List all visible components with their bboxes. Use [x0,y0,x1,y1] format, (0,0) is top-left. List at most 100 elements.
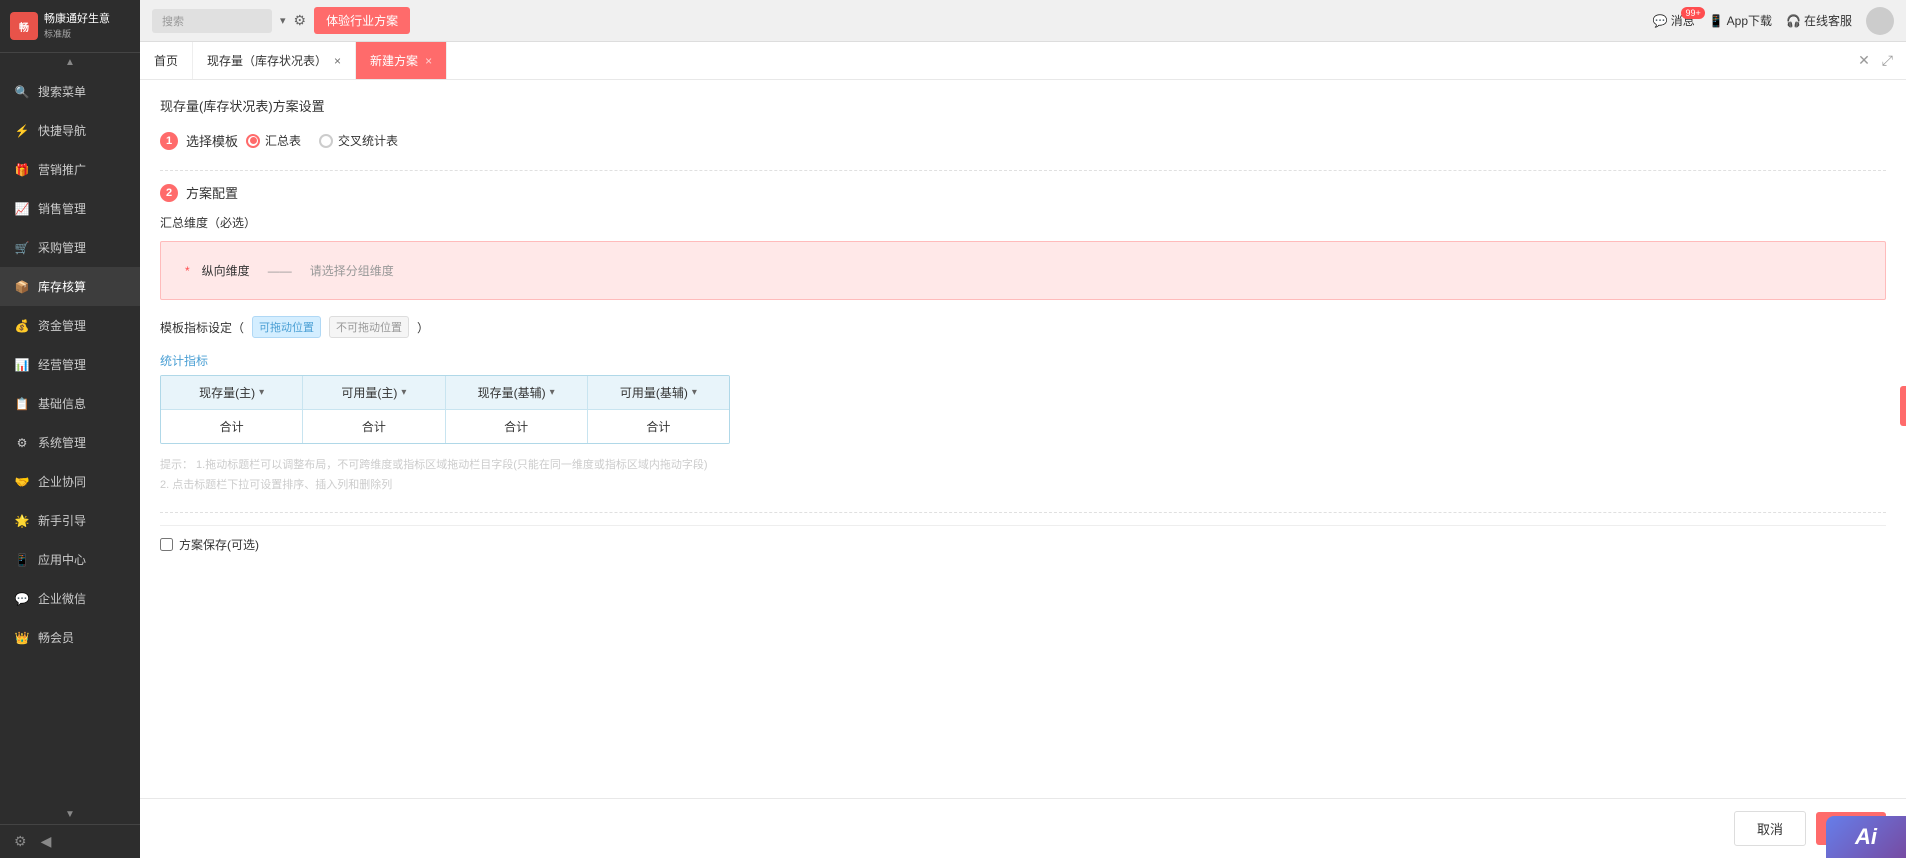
topbar: 搜索 ▾ ⚙ 体验行业方案 💬 消息 99+ 📱 App下载 🎧 在线客服 [140,0,1906,42]
sidebar-scroll-up[interactable]: ▲ [0,53,140,72]
chevron-col2: ▾ [401,387,406,398]
aggregation-label: 汇总维度（必选） [160,214,1886,231]
stats-col-1-body: 合计 [161,410,302,443]
search-box: 搜索 [152,9,272,33]
sidebar-item-newguide[interactable]: 🌟 新手引导 [0,501,140,540]
page-title: 现存量(库存状况表)方案设置 [160,96,1886,115]
save-row: 方案保存(可选) [160,525,1886,553]
topbar-settings-icon[interactable]: ⚙ [294,12,307,29]
sidebar-item-appstore[interactable]: 📱 应用中心 [0,540,140,579]
sidebar-item-wechat[interactable]: 💬 企业微信 [0,579,140,618]
industry-btn[interactable]: 体验行业方案 [314,7,410,34]
tab-new-scheme-close[interactable]: × [425,54,432,68]
collapse-icon[interactable]: ◀ [41,833,52,850]
divider1 [160,170,1886,171]
tab-inventory[interactable]: 现存量（库存状况表） × [193,42,356,79]
stats-col-3-header[interactable]: 现存量(基辅) ▾ [446,376,587,410]
tabbar: 首页 现存量（库存状况表） × 新建方案 × ✕ ⤢ [140,42,1906,80]
step2-header: 2 方案配置 [160,183,1886,202]
not-draggable-badge: 不可拖动位置 [329,316,409,338]
system-icon: ⚙ [14,435,30,451]
sidebar-item-purchase[interactable]: 🛒 采购管理 [0,228,140,267]
sidebar-item-inventory[interactable]: 📦 库存核算 [0,267,140,306]
content-area: 现存量(库存状况表)方案设置 1 选择模板 汇总表 [140,80,1906,798]
sidebar-item-finance[interactable]: 💰 资金管理 [0,306,140,345]
sidebar-item-sales[interactable]: 📈 销售管理 [0,189,140,228]
sidebar-item-system[interactable]: ⚙ 系统管理 [0,423,140,462]
main-area: 搜索 ▾ ⚙ 体验行业方案 💬 消息 99+ 📱 App下载 🎧 在线客服 首页 [140,0,1906,858]
sidebar-footer: ⚙ ◀ [0,824,140,858]
stats-table: 现存量(主) ▾ 合计 可用量(主) ▾ [160,375,730,444]
stats-col-2-header[interactable]: 可用量(主) ▾ [303,376,444,410]
stats-col-3-body: 合计 [446,410,587,443]
step1-num: 1 [160,132,178,150]
cancel-button[interactable]: 取消 [1734,811,1806,846]
required-star: * [185,264,190,278]
stats-table-header: 现存量(主) ▾ 合计 可用量(主) ▾ [161,376,729,443]
sidebar-item-marketing[interactable]: 🎁 营销推广 [0,150,140,189]
tab-inventory-close[interactable]: × [334,54,341,68]
stats-label: 统计指标 [160,352,1886,369]
step1-section: 1 选择模板 汇总表 交叉统计表 [160,131,1886,150]
tip-1: 提示： 1.拖动标题栏可以调整布局，不可跨维度或指标区域拖动栏目字段(只能在同一… [160,456,1886,472]
chevron-col1: ▾ [259,387,264,398]
headset-icon: 🎧 [1786,14,1801,28]
stats-col-3: 现存量(基辅) ▾ 合计 [446,376,588,443]
appstore-icon: 📱 [14,552,30,568]
chevron-col4: ▾ [692,387,697,398]
marketing-icon: 🎁 [14,162,30,178]
step2-num: 2 [160,184,178,202]
topbar-right: 💬 消息 99+ 📱 App下载 🎧 在线客服 [1653,7,1894,35]
radio-cross-table[interactable]: 交叉统计表 [319,132,398,149]
save-label: 方案保存(可选) [179,536,259,553]
dimension-dash: —— [268,264,292,278]
stats-col-1-header[interactable]: 现存量(主) ▾ [161,376,302,410]
app-download-btn[interactable]: 📱 App下载 [1709,12,1772,29]
sidebar-item-collab[interactable]: 🤝 企业协同 [0,462,140,501]
app-logo-icon: 畅 [10,12,38,40]
vertical-dim-label: 纵向维度 [202,262,250,279]
ai-badge[interactable]: Ai [1826,816,1906,858]
stats-col-4: 可用量(基辅) ▾ 合计 [588,376,729,443]
stats-col-4-header[interactable]: 可用量(基辅) ▾ [588,376,729,410]
sidebar-scroll-down[interactable]: ▼ [0,805,140,824]
stats-col-1: 现存量(主) ▾ 合计 [161,376,303,443]
topbar-dropdown[interactable]: ▾ [280,14,286,27]
indicator-settings: 模板指标设定（ 可拖动位置 不可拖动位置 ） 统计指标 现存量(主) [160,316,1886,492]
step1-header: 1 选择模板 汇总表 交叉统计表 [160,131,1886,150]
tips-section: 提示： 1.拖动标题栏可以调整布局，不可跨维度或指标区域拖动栏目字段(只能在同一… [160,456,1886,492]
sidebar: 畅 畅康通好生意 标准版 ▲ 🔍 搜索菜单 ⚡ 快捷导航 🎁 营销推广 📈 销售… [0,0,140,858]
sidebar-item-search[interactable]: 🔍 搜索菜单 [0,72,140,111]
messages-btn[interactable]: 💬 消息 99+ [1653,12,1695,29]
template-radio-group: 汇总表 交叉统计表 [246,132,398,149]
sidebar-item-quicknav[interactable]: ⚡ 快捷导航 [0,111,140,150]
message-icon: 💬 [1653,14,1668,28]
radio-cross-circle [319,134,333,148]
stats-col-2-body: 合计 [303,410,444,443]
divider2 [160,512,1886,513]
tab-close-ctrl[interactable]: ✕ [1853,50,1875,71]
sidebar-item-basic-info[interactable]: 📋 基础信息 [0,384,140,423]
finance-icon: 💰 [14,318,30,334]
step2-section: 2 方案配置 汇总维度（必选） * 纵向维度 —— 请选择分组维度 [160,183,1886,492]
user-avatar[interactable] [1866,7,1894,35]
sidebar-item-operations[interactable]: 📊 经营管理 [0,345,140,384]
indicator-settings-label: 模板指标设定（ 可拖动位置 不可拖动位置 ） [160,316,1886,338]
step1-title: 选择模板 [186,131,238,150]
newguide-icon: 🌟 [14,513,30,529]
tab-home[interactable]: 首页 [140,42,193,79]
tab-new-scheme[interactable]: 新建方案 × [356,42,447,79]
inventory-icon: 📦 [14,279,30,295]
stats-col-2: 可用量(主) ▾ 合计 [303,376,445,443]
dimension-content: * 纵向维度 —— 请选择分组维度 [185,262,1861,279]
wechat-icon: 💬 [14,591,30,607]
radio-summary-table[interactable]: 汇总表 [246,132,301,149]
phone-icon: 📱 [1709,14,1724,28]
tab-expand-ctrl[interactable]: ⤢ [1877,50,1898,71]
save-checkbox[interactable] [160,538,173,551]
sidebar-item-member[interactable]: 👑 畅会员 [0,618,140,657]
chevron-col3: ▾ [550,387,555,398]
settings-icon[interactable]: ⚙ [14,833,27,850]
content-inner: 现存量(库存状况表)方案设置 1 选择模板 汇总表 [140,80,1906,798]
customer-service-btn[interactable]: 🎧 在线客服 [1786,12,1852,29]
